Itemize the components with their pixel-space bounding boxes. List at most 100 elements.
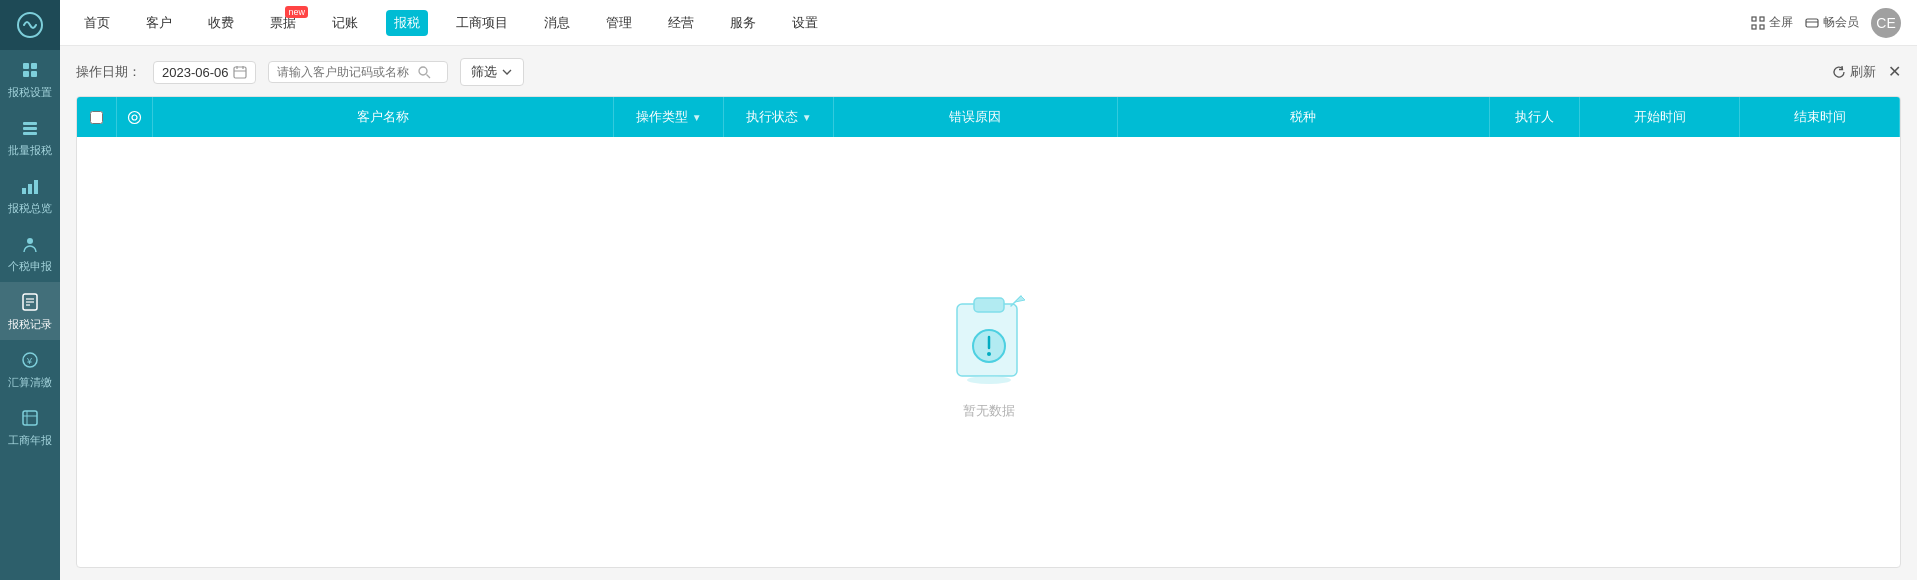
- refresh-icon: [1832, 65, 1846, 79]
- svg-line-32: [426, 75, 430, 79]
- search-input[interactable]: [277, 65, 417, 79]
- svg-rect-3: [23, 71, 29, 77]
- calendar-icon: [233, 65, 247, 79]
- svg-point-39: [987, 352, 991, 356]
- sidebar-item-label: 批量报税: [8, 143, 52, 158]
- th-start-time: 开始时间: [1580, 97, 1740, 137]
- batch-tax-icon: [18, 116, 42, 140]
- fullscreen-icon: [1751, 16, 1765, 30]
- topnav-settings[interactable]: 设置: [784, 10, 826, 36]
- page-body: 操作日期： 2023-06-06 筛选: [60, 46, 1917, 580]
- member-button[interactable]: 畅会员: [1805, 14, 1859, 31]
- filter-button[interactable]: 筛选: [460, 58, 524, 86]
- topnav: 首页 客户 收费 票据 new 记账 报税 工商项目 消息 管理 经营 服务 设…: [60, 0, 1917, 46]
- svg-rect-23: [1752, 25, 1756, 29]
- refresh-label: 刷新: [1850, 63, 1876, 81]
- th-executor: 执行人: [1490, 97, 1580, 137]
- svg-rect-7: [23, 132, 37, 135]
- sidebar-item-label: 工商年报: [8, 433, 52, 448]
- sort-op-type-icon: ▼: [692, 112, 702, 123]
- svg-rect-6: [23, 127, 37, 130]
- sidebar-item-label: 汇算清缴: [8, 375, 52, 390]
- topnav-billing[interactable]: 收费: [200, 10, 242, 36]
- th-checkbox[interactable]: [77, 97, 117, 137]
- topnav-services[interactable]: 服务: [722, 10, 764, 36]
- svg-rect-2: [31, 63, 37, 69]
- date-label: 操作日期：: [76, 63, 141, 81]
- topnav-bookkeeping[interactable]: 记账: [324, 10, 366, 36]
- topnav-invoices[interactable]: 票据 new: [262, 10, 304, 36]
- sidebar: 报税设置 批量报税 报税总览 个税申报: [0, 0, 60, 580]
- sidebar-item-tax-settings[interactable]: 报税设置: [0, 50, 60, 108]
- topnav-messages[interactable]: 消息: [536, 10, 578, 36]
- th-op-type[interactable]: 操作类型 ▼: [614, 97, 724, 137]
- empty-state: 暂无数据: [77, 137, 1900, 567]
- sort-exec-status-icon: ▼: [802, 112, 812, 123]
- svg-marker-41: [1015, 296, 1025, 302]
- th-exec-status[interactable]: 执行状态 ▼: [724, 97, 834, 137]
- svg-rect-25: [1806, 19, 1818, 27]
- table-container: 客户名称 操作类型 ▼ 执行状态 ▼ 错误原因 税种 执行人: [76, 96, 1901, 568]
- empty-text: 暂无数据: [963, 402, 1015, 420]
- search-icon: [417, 65, 431, 79]
- sidebar-item-tax-records[interactable]: 报税记录: [0, 282, 60, 340]
- close-button[interactable]: ✕: [1888, 64, 1901, 80]
- th-settings[interactable]: [117, 97, 153, 137]
- tax-settings-icon: [18, 58, 42, 82]
- svg-point-33: [132, 115, 137, 120]
- svg-point-42: [967, 376, 1011, 384]
- svg-rect-27: [234, 67, 246, 78]
- sidebar-item-label: 个税申报: [8, 259, 52, 274]
- sidebar-item-label: 报税记录: [8, 317, 52, 332]
- th-end-time: 结束时间: [1740, 97, 1900, 137]
- sidebar-item-personal-tax[interactable]: 个税申报: [0, 224, 60, 282]
- svg-rect-24: [1760, 25, 1764, 29]
- refresh-button[interactable]: 刷新: [1832, 63, 1876, 81]
- sidebar-item-batch-tax[interactable]: 批量报税: [0, 108, 60, 166]
- th-tax-type: 税种: [1118, 97, 1490, 137]
- th-customer: 客户名称: [153, 97, 614, 137]
- topnav-right: 全屏 畅会员 CE: [1751, 8, 1901, 38]
- svg-rect-36: [974, 298, 1004, 312]
- fullscreen-button[interactable]: 全屏: [1751, 14, 1793, 31]
- sidebar-item-settlement[interactable]: ¥ 汇算清缴: [0, 340, 60, 398]
- personal-tax-icon: [18, 232, 42, 256]
- svg-point-31: [419, 67, 427, 75]
- fullscreen-label: 全屏: [1769, 14, 1793, 31]
- svg-rect-18: [23, 411, 37, 425]
- tax-records-icon: [18, 290, 42, 314]
- svg-rect-8: [22, 188, 26, 194]
- topnav-customers[interactable]: 客户: [138, 10, 180, 36]
- topnav-items: 首页 客户 收费 票据 new 记账 报税 工商项目 消息 管理 经营 服务 设…: [76, 10, 1751, 36]
- member-label: 畅会员: [1823, 14, 1859, 31]
- annual-report-icon: [18, 406, 42, 430]
- sidebar-item-label: 报税总览: [8, 201, 52, 216]
- svg-rect-5: [23, 122, 37, 125]
- chevron-down-icon: [501, 66, 513, 78]
- topnav-tax[interactable]: 报税: [386, 10, 428, 36]
- svg-rect-21: [1752, 17, 1756, 21]
- search-box[interactable]: [268, 61, 448, 83]
- sidebar-item-annual-report[interactable]: 工商年报: [0, 398, 60, 456]
- svg-rect-4: [31, 71, 37, 77]
- topnav-home[interactable]: 首页: [76, 10, 118, 36]
- sidebar-item-label: 报税设置: [8, 85, 52, 100]
- svg-rect-22: [1760, 17, 1764, 21]
- svg-rect-1: [23, 63, 29, 69]
- svg-point-11: [27, 238, 33, 244]
- new-badge: new: [285, 6, 308, 19]
- sidebar-logo[interactable]: [0, 0, 60, 50]
- topnav-operations[interactable]: 经营: [660, 10, 702, 36]
- select-all-checkbox[interactable]: [90, 111, 103, 124]
- sidebar-item-tax-summary[interactable]: 报税总览: [0, 166, 60, 224]
- topnav-management[interactable]: 管理: [598, 10, 640, 36]
- date-value: 2023-06-06: [162, 65, 229, 80]
- avatar[interactable]: CE: [1871, 8, 1901, 38]
- topnav-business[interactable]: 工商项目: [448, 10, 516, 36]
- date-picker[interactable]: 2023-06-06: [153, 61, 256, 84]
- svg-text:¥: ¥: [26, 356, 33, 366]
- svg-point-34: [129, 111, 141, 123]
- main-content: 首页 客户 收费 票据 new 记账 报税 工商项目 消息 管理 经营 服务 设…: [60, 0, 1917, 580]
- empty-illustration: [939, 284, 1039, 394]
- settlement-icon: ¥: [18, 348, 42, 372]
